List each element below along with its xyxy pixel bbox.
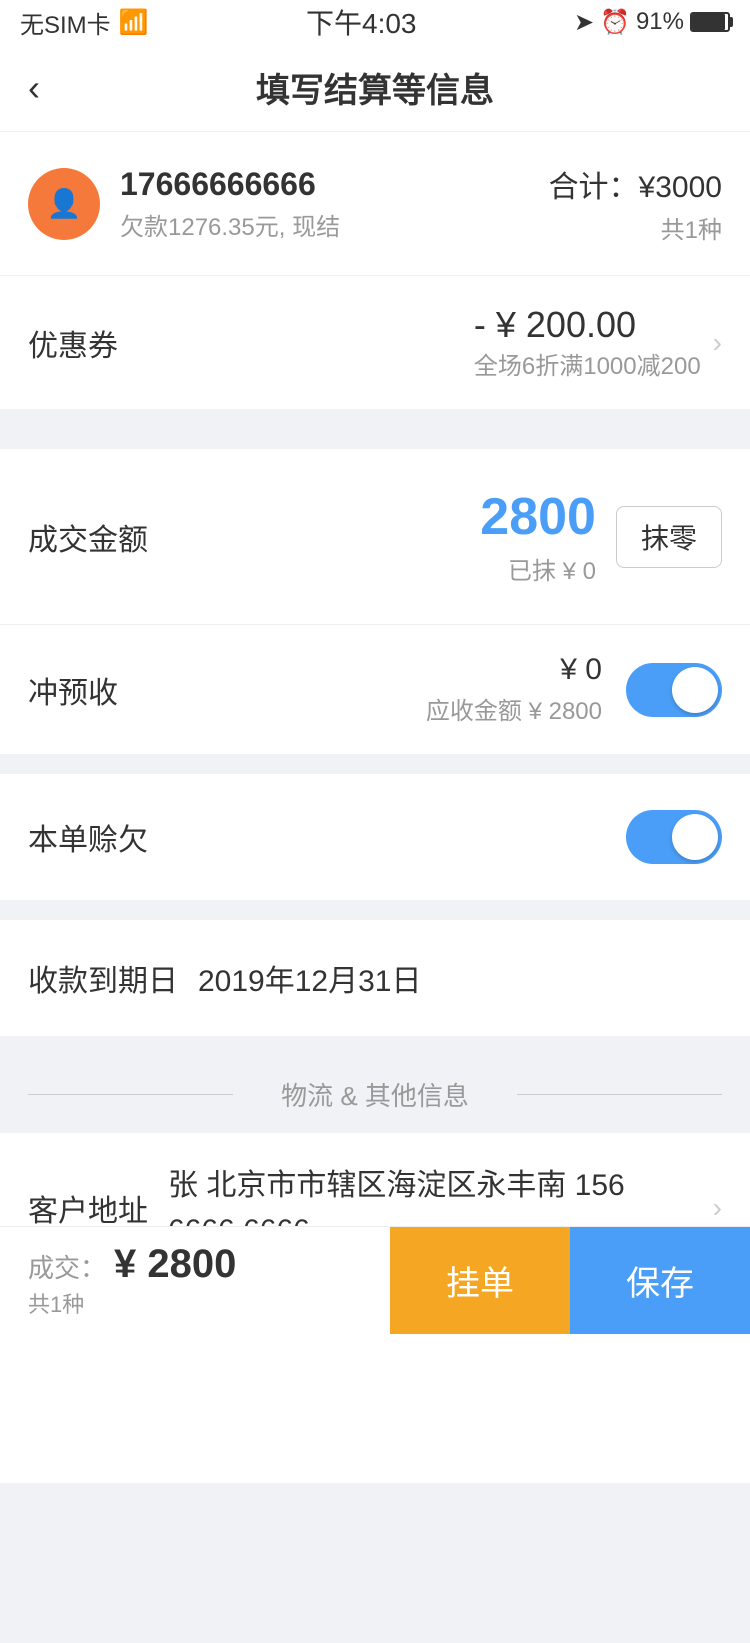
logistics-divider-text: 物流 & 其他信息	[281, 1076, 469, 1113]
round-zero-button[interactable]: 抹零	[616, 506, 722, 568]
status-right: ➤ ⏰ 91%	[574, 8, 730, 37]
bottom-summary-count: 共1种	[28, 1287, 362, 1319]
address-chevron-icon: ›	[713, 1192, 722, 1224]
divider-line-left	[28, 1094, 233, 1095]
coupon-discount: - ¥ 200.00	[474, 304, 701, 346]
nav-bar: ‹ 填写结算等信息	[0, 44, 750, 132]
amount-big-value: 2800	[480, 487, 596, 547]
bottom-summary-label: 成交：	[28, 1248, 106, 1285]
amount-value-group: 2800 已抹 ¥ 0 抹零	[480, 487, 722, 586]
user-phone: 17666666666	[120, 166, 340, 203]
status-bar: 无SIM卡 📶 下午4:03 ➤ ⏰ 91%	[0, 0, 750, 44]
chong-label: 冲预收	[28, 668, 118, 712]
avatar: 👤	[28, 168, 100, 240]
user-count: 共1种	[549, 210, 722, 245]
coupon-row[interactable]: 优惠券 - ¥ 200.00 全场6折满1000减200 ›	[0, 276, 750, 409]
user-row: 👤 17666666666 欠款1276.35元, 现结 合计：¥3000 共1…	[0, 132, 750, 276]
chevron-right-icon: ›	[713, 327, 722, 359]
user-total: 合计：¥3000	[549, 162, 722, 206]
amount-row: 成交金额 2800 已抹 ¥ 0 抹零	[28, 477, 722, 596]
amount-label: 成交金额	[28, 515, 148, 559]
save-button[interactable]: 保存	[570, 1227, 750, 1334]
duedate-value: 2019年12月31日	[198, 956, 421, 1000]
chong-receivable: 应收金额 ¥ 2800	[426, 691, 602, 726]
status-left: 无SIM卡 📶	[20, 5, 149, 40]
amount-right-group: 2800 已抹 ¥ 0	[480, 487, 596, 586]
wifi-icon: 📶	[119, 8, 149, 37]
coupon-right: - ¥ 200.00 全场6折满1000减200 ›	[474, 304, 722, 381]
user-debt: 欠款1276.35元, 现结	[120, 207, 340, 242]
battery-icon	[690, 12, 730, 32]
bendan-row: 本单赊欠	[0, 774, 750, 900]
bendan-toggle[interactable]	[626, 810, 722, 864]
duedate-row: 收款到期日 2019年12月31日	[0, 920, 750, 1036]
avatar-icon: 👤	[47, 187, 82, 220]
amount-section: 成交金额 2800 已抹 ¥ 0 抹零	[0, 449, 750, 624]
user-info: 17666666666 欠款1276.35元, 现结	[120, 166, 340, 242]
gray-separator-2	[0, 754, 750, 774]
page-title: 填写结算等信息	[256, 63, 494, 112]
sim-text: 无SIM卡	[20, 5, 111, 40]
logistics-divider: 物流 & 其他信息	[0, 1056, 750, 1133]
user-info-card: 👤 17666666666 欠款1276.35元, 现结 合计：¥3000 共1…	[0, 132, 750, 409]
coupon-desc: 全场6折满1000减200	[474, 346, 701, 381]
amount-sub-text: 已抹 ¥ 0	[480, 551, 596, 586]
bottom-summary: 成交： ¥ 2800 共1种	[0, 1242, 390, 1319]
chong-amount: ¥ 0	[426, 653, 602, 687]
bottom-summary-amount: ¥ 2800	[114, 1242, 236, 1287]
hang-order-button[interactable]: 挂单	[390, 1227, 570, 1334]
bendan-label: 本单赊欠	[28, 815, 148, 859]
address-label: 客户地址	[28, 1186, 148, 1230]
chong-toggle[interactable]	[626, 663, 722, 717]
status-time: 下午4:03	[306, 2, 417, 42]
divider-line-right	[517, 1094, 722, 1095]
coupon-label: 优惠券	[28, 321, 118, 365]
chong-prereceipt-row: 冲预收 ¥ 0 应收金额 ¥ 2800	[0, 624, 750, 754]
user-right: 合计：¥3000 共1种	[549, 162, 722, 245]
location-icon: ➤	[574, 8, 594, 37]
bottom-bar: 成交： ¥ 2800 共1种 挂单 保存	[0, 1226, 750, 1334]
battery-text: 91%	[636, 8, 684, 36]
duedate-label: 收款到期日	[28, 956, 178, 1000]
content-area: 👤 17666666666 欠款1276.35元, 现结 合计：¥3000 共1…	[0, 132, 750, 1643]
gray-separator-1	[0, 429, 750, 449]
alarm-icon: ⏰	[600, 8, 630, 37]
back-button[interactable]: ‹	[28, 67, 40, 109]
chong-right: ¥ 0 应收金额 ¥ 2800	[426, 653, 602, 726]
gray-bottom-space	[0, 1483, 750, 1523]
user-left: 👤 17666666666 欠款1276.35元, 现结	[28, 166, 340, 242]
